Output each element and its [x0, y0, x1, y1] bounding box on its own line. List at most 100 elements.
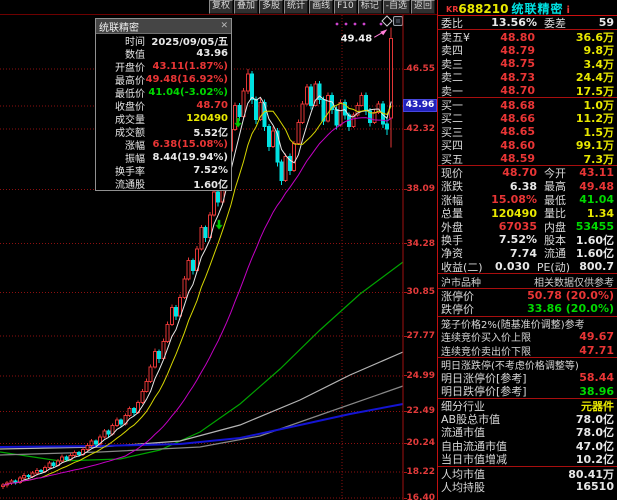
toolbar-button-fuquan[interactable]: 复权: [209, 0, 233, 14]
quote-value: 7.74: [487, 247, 537, 260]
candle-up: [360, 95, 363, 105]
quote-label: 净资: [441, 247, 487, 260]
cage-label: 连续竞价买入价上限: [441, 330, 579, 343]
limit-value: 33.86 (20.0%): [527, 302, 614, 315]
green-arrow-marker-icon: [216, 220, 223, 230]
ask-volume: 24.4万: [535, 71, 614, 84]
bid-row[interactable]: 买三48.651.5万: [438, 125, 617, 138]
axis-label: 16.40: [407, 493, 435, 500]
bid-volume: 99.1万: [535, 139, 614, 152]
ask-row[interactable]: 卖二48.7324.4万: [438, 71, 617, 84]
tomorrow-label: 明日涨停价[参考]: [441, 371, 579, 384]
candle-down: [27, 475, 30, 476]
candle-down: [267, 127, 270, 147]
candle-down: [158, 351, 161, 358]
cage-value: 49.67: [579, 330, 614, 343]
stock-code: 688210: [458, 2, 508, 16]
bid-label: 买三: [441, 125, 477, 138]
industry-row: 细分行业元器件: [438, 399, 617, 412]
ask-row[interactable]: 卖一48.7017.5万: [438, 84, 617, 97]
close-icon[interactable]: ✕: [220, 21, 228, 31]
quote-row: 现价48.70今开43.11: [438, 166, 617, 179]
info-row-value: 6.38(15.08%): [145, 139, 228, 150]
ask-price: 48.79: [477, 44, 535, 57]
info-row-value: 48.70: [145, 100, 228, 111]
axis-label: 38.09: [407, 184, 435, 194]
ask-row[interactable]: 卖三48.753.4万: [438, 57, 617, 70]
quote-row: 外盘67035内盘53455: [438, 220, 617, 233]
quote-label: 量比: [537, 206, 570, 219]
market-prefix-badge: KR: [446, 5, 458, 14]
bid-row[interactable]: 买四48.6099.1万: [438, 139, 617, 152]
quote-panel-header: KR 688210 统联精密 i: [438, 0, 617, 16]
candle-up: [48, 463, 51, 467]
candle-up: [242, 91, 245, 117]
toolbar-button-mark[interactable]: 标记: [358, 0, 382, 14]
capita-value: 16510: [576, 480, 614, 493]
toolbar-button-overlay[interactable]: 叠加: [234, 0, 258, 14]
quote-value: 6.38: [487, 180, 537, 193]
info-tooltip: 统联精密 ✕ 时间2025/09/05/五数值43.96开盘价43.11(1.8…: [95, 18, 232, 191]
candle-up: [90, 441, 93, 445]
limit-row: 跌停价33.86 (20.0%): [438, 302, 617, 315]
info-tooltip-titlebar[interactable]: 统联精密 ✕: [96, 19, 231, 34]
candle-up: [141, 391, 144, 402]
ask-label: 卖二: [441, 71, 477, 84]
quote-row: 换手7.52%股本1.60亿: [438, 233, 617, 246]
quote-label: 涨幅: [441, 193, 487, 206]
toolbar-button-f10[interactable]: F10: [334, 0, 357, 14]
weibi-row: 委比13.56%委差59: [438, 16, 617, 29]
info-row-value: 120490: [145, 113, 228, 124]
bid-row[interactable]: 买五48.597.3万: [438, 152, 617, 165]
candle-down: [364, 95, 367, 111]
ask-row[interactable]: 卖五¥48.8036.6万: [438, 30, 617, 43]
industry-value: 78.0亿: [576, 426, 614, 439]
bid-row[interactable]: 买二48.6611.2万: [438, 112, 617, 125]
candle-up: [35, 470, 38, 473]
axis-label: 46.55: [407, 64, 435, 74]
ask-row[interactable]: 卖四48.799.8万: [438, 44, 617, 57]
candle-down: [217, 192, 220, 202]
candle-up: [153, 351, 156, 367]
tomorrow-value: 58.44: [579, 371, 614, 384]
candle-up: [305, 87, 308, 104]
axis-label: 20.24: [407, 438, 435, 448]
toolbar-button-draw-line[interactable]: 画线: [309, 0, 333, 14]
industry-value: 10.2亿: [576, 453, 614, 466]
ask-volume: 17.5万: [535, 84, 614, 97]
toolbar-button-watchlist[interactable]: -自选: [383, 0, 410, 14]
candle-up: [339, 102, 342, 125]
candle-down: [14, 481, 17, 482]
candle-up: [145, 381, 148, 391]
candle-up: [246, 74, 249, 91]
bid-price: 48.60: [477, 139, 535, 152]
bid-volume: 7.3万: [535, 152, 614, 165]
annotation-arrowhead: [380, 29, 387, 35]
axis-label: 34.28: [407, 239, 435, 249]
limit-label: 跌停价: [441, 302, 527, 315]
quote-value: 120490: [487, 207, 537, 220]
candle-up: [23, 475, 26, 478]
candle-up: [200, 228, 203, 249]
capita-label: 人均市值: [441, 467, 568, 480]
toolbar-button-stats[interactable]: 统计: [284, 0, 308, 14]
bid-row[interactable]: 买一48.681.0万: [438, 98, 617, 111]
high-price-annotation: 49.48: [341, 33, 373, 44]
weicha-value: 59: [570, 16, 614, 29]
quote-value: 7.52%: [487, 233, 537, 246]
candle-up: [73, 452, 76, 455]
industry-value: 78.0亿: [576, 412, 614, 425]
candle-down: [39, 470, 42, 471]
tomorrow-row: 明日涨停价[参考]58.44: [438, 371, 617, 384]
quote-label: 收益(二): [441, 260, 484, 273]
capita-row: 人均持股16510: [438, 480, 617, 493]
candle-up: [301, 104, 304, 122]
toolbar-button-multi-stock[interactable]: 多股: [259, 0, 283, 14]
info-mine-icon[interactable]: i: [566, 5, 569, 16]
ask-volume: 9.8万: [535, 44, 614, 57]
axis-label: 42.32: [407, 124, 435, 134]
ask-volume: 36.6万: [535, 30, 614, 43]
cage-title: 笼子价格2%(随基准价调整)参考: [441, 317, 585, 330]
toolbar-button-back[interactable]: 返回: [411, 0, 435, 14]
info-row-value: 5.52亿: [145, 124, 228, 139]
